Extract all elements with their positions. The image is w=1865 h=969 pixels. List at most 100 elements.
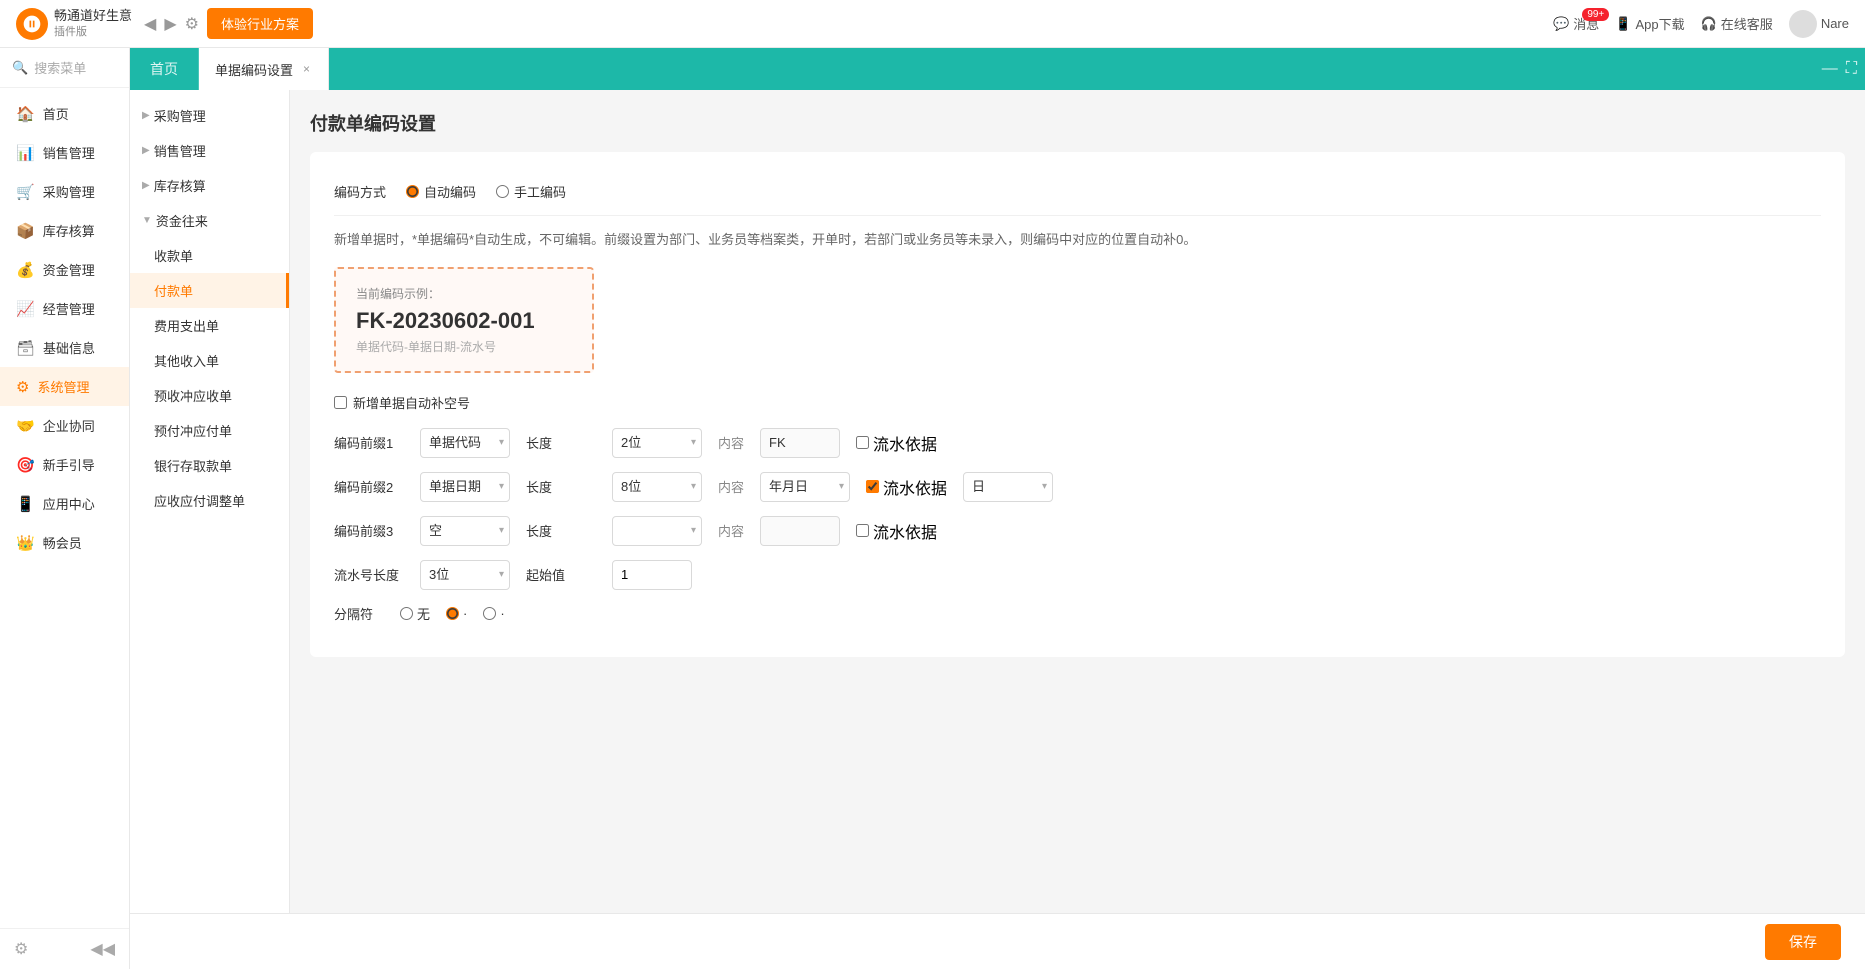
nav-forward-btn[interactable]: ▶: [164, 14, 176, 34]
prefix3-serial-label[interactable]: 流水依据: [873, 519, 937, 543]
tab-home[interactable]: 首页: [130, 48, 199, 90]
separator-none-label: 无: [417, 604, 430, 623]
radio-manual-input[interactable]: [496, 185, 509, 198]
sidebar-item-apps[interactable]: 📱 应用中心: [0, 484, 129, 523]
sidebar-item-inventory[interactable]: 📦 库存核算: [0, 211, 129, 250]
sidebar-item-guide[interactable]: 🎯 新手引导: [0, 445, 129, 484]
prefix3-length-label: 长度: [526, 521, 596, 540]
nav-item-adjustment[interactable]: 应收应付调整单: [130, 483, 289, 518]
sidebar-item-finance[interactable]: 💰 资金管理: [0, 250, 129, 289]
separator-none[interactable]: 无: [400, 604, 430, 623]
prefix3-select-wrapper[interactable]: 单据代码 单据日期 空 部门 业务员: [420, 516, 510, 546]
sidebar-item-system[interactable]: ⚙ 系统管理: [0, 367, 129, 406]
nav-item-payment[interactable]: 付款单: [130, 273, 289, 308]
separator-none-input[interactable]: [400, 607, 413, 620]
nav-group-purchase[interactable]: ▶ 采购管理: [130, 98, 289, 133]
nav-group-capital[interactable]: ▼ 资金往来: [130, 203, 289, 238]
message-item[interactable]: 💬 消息 99+: [1553, 14, 1599, 33]
prefix3-select[interactable]: 单据代码 单据日期 空 部门 业务员: [420, 516, 510, 546]
sidebar-item-purchase[interactable]: 🛒 采购管理: [0, 172, 129, 211]
serial-length-select-wrapper[interactable]: 3位 4位 5位: [420, 560, 510, 590]
prefix2-serial-label[interactable]: 流水依据: [883, 475, 947, 499]
sidebar-item-home[interactable]: 🏠 首页: [0, 94, 129, 133]
separator-dot[interactable]: ·: [446, 606, 467, 621]
nav-item-other-income[interactable]: 其他收入单: [130, 343, 289, 378]
nav-item-pre-payment[interactable]: 预付冲应付单: [130, 413, 289, 448]
nav-item-receipt[interactable]: 收款单: [130, 238, 289, 273]
prefix3-serial-checkbox[interactable]: 流水依据: [856, 519, 937, 543]
nav-item-pre-receipt[interactable]: 预收冲应收单: [130, 378, 289, 413]
top-bar-left: 畅通道好生意 插件版 ◀ ▶ ⚙ 体验行业方案: [16, 8, 313, 40]
serial-length-select[interactable]: 3位 4位 5位: [420, 560, 510, 590]
auto-fill-checkbox[interactable]: [334, 396, 347, 409]
nav-back-btn[interactable]: ◀: [144, 14, 156, 34]
sidebar-item-enterprise[interactable]: 🤝 企业协同: [0, 406, 129, 445]
start-value-input[interactable]: [612, 560, 692, 590]
nav-group-sales[interactable]: ▶ 销售管理: [130, 133, 289, 168]
prefix2-select[interactable]: 单据代码 单据日期 空 部门 业务员: [420, 472, 510, 502]
separator-dash-input[interactable]: [483, 607, 496, 620]
code-preview: 当前编码示例： FK-20230602-001 单据代码-单据日期-流水号: [334, 267, 594, 373]
prefix3-length-select[interactable]: 2位 3位: [612, 516, 702, 546]
online-service-item[interactable]: 🎧 在线客服: [1701, 14, 1773, 33]
message-icon: 💬: [1553, 16, 1569, 32]
sidebar-item-sales[interactable]: 📊 销售管理: [0, 133, 129, 172]
prefix1-select[interactable]: 单据代码 单据日期 空 部门 业务员: [420, 428, 510, 458]
sidebar-item-member[interactable]: 👑 畅会员: [0, 523, 129, 562]
prefix2-length-select-wrapper[interactable]: 6位 8位 10位: [612, 472, 702, 502]
prefix2-day-select[interactable]: 日 月 年: [963, 472, 1053, 502]
prefix1-length-select-wrapper[interactable]: 2位 3位 4位: [612, 428, 702, 458]
prefix2-length-select[interactable]: 6位 8位 10位: [612, 472, 702, 502]
nav-group-inventory[interactable]: ▶ 库存核算: [130, 168, 289, 203]
sidebar-search[interactable]: 🔍 搜索菜单: [0, 48, 129, 88]
nav-item-receipt-label: 收款单: [154, 249, 193, 264]
prefix1-select-wrapper[interactable]: 单据代码 单据日期 空 部门 业务员: [420, 428, 510, 458]
inner-layout: ▶ 采购管理 ▶ 销售管理 ▶ 库存核算 ▼ 资金往来 收款单: [130, 90, 1865, 913]
auto-fill-label[interactable]: 新增单据自动补空号: [353, 393, 470, 412]
sidebar-label-purchase: 采购管理: [43, 182, 95, 201]
sidebar-bottom: ⚙ ◀◀: [0, 928, 129, 969]
collapse-icon[interactable]: ◀◀: [90, 939, 115, 959]
settings-bottom-icon[interactable]: ⚙: [14, 939, 28, 959]
nav-item-bank[interactable]: 银行存取款单: [130, 448, 289, 483]
prefix1-serial-input[interactable]: [856, 436, 869, 449]
prefix1-serial-checkbox[interactable]: 流水依据: [856, 431, 937, 455]
brand-text: 畅通道好生意 插件版: [54, 8, 132, 39]
app-download-item[interactable]: 📱 App下载: [1615, 14, 1684, 33]
prefix3-serial-input[interactable]: [856, 524, 869, 537]
tab-minimize-btn[interactable]: —: [1822, 60, 1838, 78]
sales-icon: 📊: [16, 144, 35, 162]
sidebar-item-basic[interactable]: 🗃 基础信息: [0, 328, 129, 367]
operations-icon: 📈: [16, 300, 35, 318]
separator-dot-input[interactable]: [446, 607, 459, 620]
nav-item-pre-receipt-label: 预收冲应收单: [154, 389, 232, 404]
prefix2-content-select[interactable]: 年月日 年月 年: [760, 472, 850, 502]
radio-auto-input[interactable]: [406, 185, 419, 198]
nav-group-inventory-label: 库存核算: [154, 176, 206, 195]
radio-auto-encoding[interactable]: 自动编码: [406, 182, 476, 201]
prefix1-serial-label[interactable]: 流水依据: [873, 431, 937, 455]
nav-group-sales-label: 销售管理: [154, 141, 206, 160]
tab-close-btn[interactable]: ×: [301, 60, 312, 78]
nav-item-expense[interactable]: 费用支出单: [130, 308, 289, 343]
separator-dash[interactable]: ·: [483, 606, 504, 621]
online-service-label: 在线客服: [1721, 14, 1773, 33]
prefix2-serial-checkbox[interactable]: 流水依据: [866, 475, 947, 499]
prefix1-length-select[interactable]: 2位 3位 4位: [612, 428, 702, 458]
prefix2-select-wrapper[interactable]: 单据代码 单据日期 空 部门 业务员: [420, 472, 510, 502]
tab-maximize-btn[interactable]: ⛶: [1846, 60, 1857, 78]
prefix2-serial-input[interactable]: [866, 480, 879, 493]
tab-active-encoding[interactable]: 单据编码设置 ×: [199, 48, 329, 90]
user-avatar-item[interactable]: Nare: [1789, 10, 1849, 38]
prefix2-content-select-wrapper[interactable]: 年月日 年月 年: [760, 472, 850, 502]
prefix3-length-select-wrapper[interactable]: 2位 3位: [612, 516, 702, 546]
sidebar-label-system: 系统管理: [37, 377, 89, 396]
sidebar-item-operations[interactable]: 📈 经营管理: [0, 289, 129, 328]
save-button[interactable]: 保存: [1765, 924, 1841, 960]
sidebar-label-operations: 经营管理: [43, 299, 95, 318]
prefix2-day-select-wrapper[interactable]: 日 月 年: [963, 472, 1053, 502]
sidebar-label-guide: 新手引导: [43, 455, 95, 474]
radio-manual-encoding[interactable]: 手工编码: [496, 182, 566, 201]
settings-icon-btn[interactable]: ⚙: [185, 14, 199, 34]
experience-button[interactable]: 体验行业方案: [207, 8, 313, 39]
